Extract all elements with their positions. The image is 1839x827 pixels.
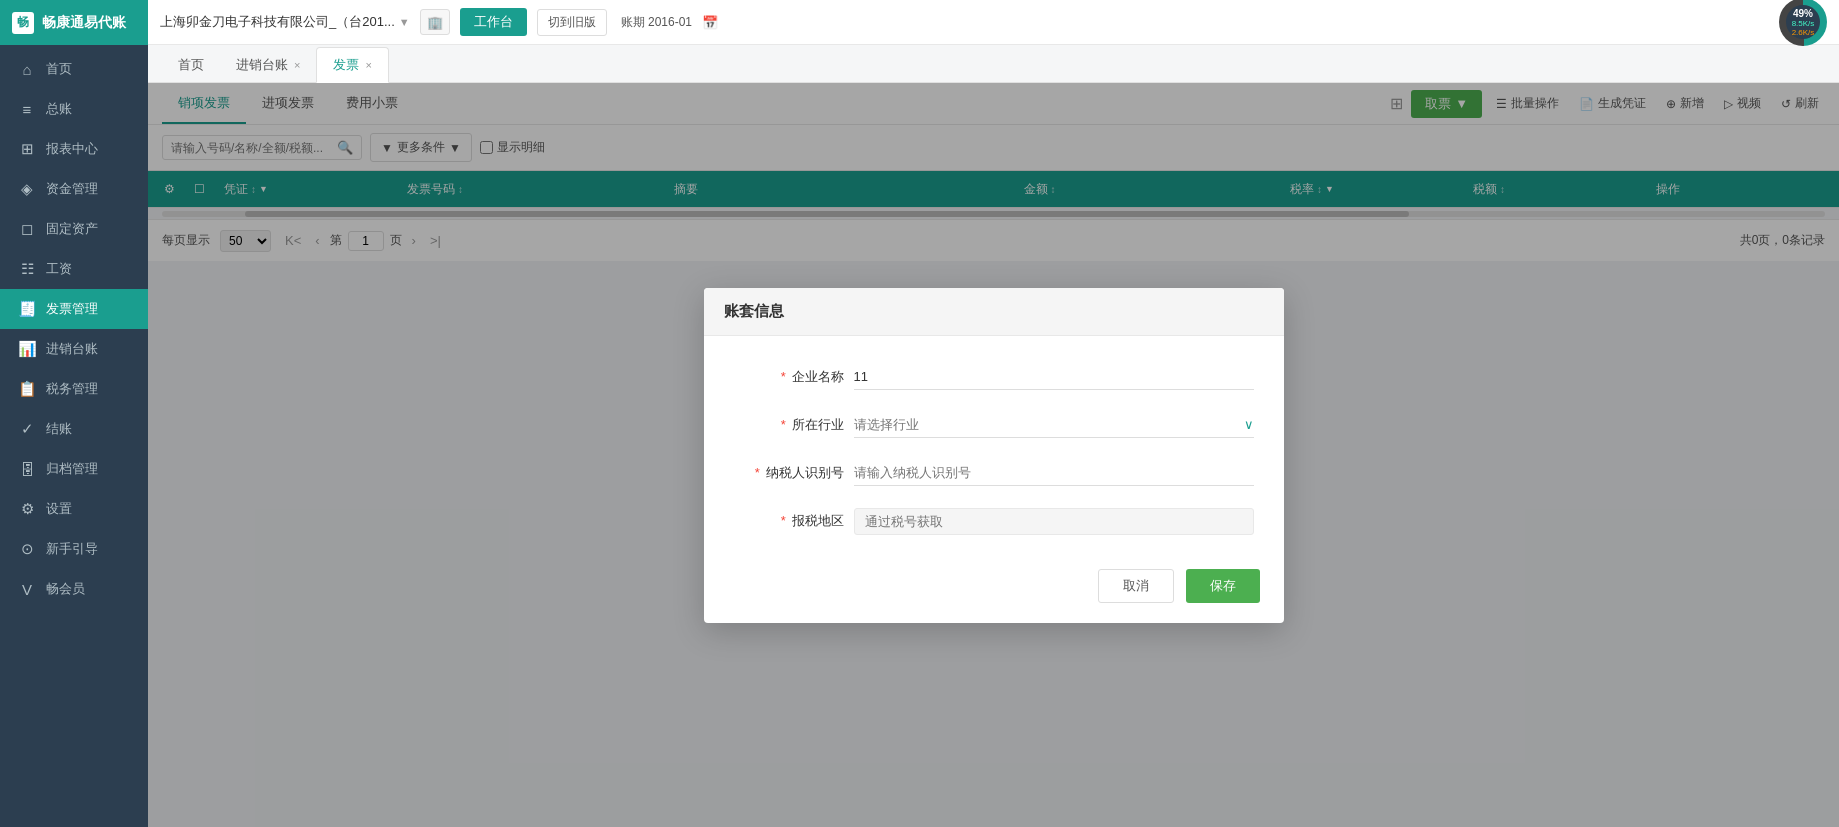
salary-icon: ☷ (18, 260, 36, 278)
sidebar-item-label: 进销台账 (46, 340, 98, 358)
tab-sales-ledger[interactable]: 进销台账 × (220, 48, 316, 82)
sidebar-item-label: 畅会员 (46, 580, 85, 598)
company-selector[interactable]: 上海卯金刀电子科技有限公司_（台201... ▼ (160, 13, 410, 31)
speed-indicator: 49% 8.5K/s 2.6K/s (1779, 0, 1827, 46)
company-dropdown-icon: ▼ (399, 16, 410, 28)
assets-icon: ◻ (18, 220, 36, 238)
guide-icon: ⊙ (18, 540, 36, 558)
sidebar-item-label: 资金管理 (46, 180, 98, 198)
account-info-dialog: 账套信息 * 企业名称 * 所在行 (704, 288, 1284, 623)
tax-icon: 📋 (18, 380, 36, 398)
tab-invoice-close[interactable]: × (365, 59, 371, 71)
industry-label: * 所在行业 (734, 416, 844, 434)
tabbar: 首页 进销台账 × 发票 × (148, 45, 1839, 83)
sidebar-item-label: 工资 (46, 260, 72, 278)
tab-sales-ledger-label: 进销台账 (236, 56, 288, 74)
company-name-label: * 企业名称 (734, 368, 844, 386)
speed-percent: 49% (1793, 8, 1813, 19)
sidebar-item-label: 新手引导 (46, 540, 98, 558)
sidebar-item-label: 总账 (46, 100, 72, 118)
invoice-icon: 🧾 (18, 300, 36, 318)
tab-home-label: 首页 (178, 56, 204, 74)
tax-region-input (854, 508, 1254, 535)
vip-icon: V (18, 581, 36, 598)
ledger-icon: ≡ (18, 101, 36, 118)
sidebar-item-label: 报表中心 (46, 140, 98, 158)
cancel-button[interactable]: 取消 (1098, 569, 1174, 603)
sidebar-item-salary[interactable]: ☷ 工资 (0, 249, 148, 289)
content-area: 销项发票 进项发票 费用小票 ⊞ 取票 ▼ ☰ 批量操作 📄 (148, 83, 1839, 827)
finance-icon: ◈ (18, 180, 36, 198)
dialog-title: 账套信息 (724, 302, 784, 319)
save-button[interactable]: 保存 (1186, 569, 1260, 603)
logo-icon: 畅 (12, 12, 34, 34)
tab-sales-ledger-close[interactable]: × (294, 59, 300, 71)
dialog-body: * 企业名称 * 所在行业 ∨ (704, 336, 1284, 555)
close-period-icon: ✓ (18, 420, 36, 438)
industry-chevron-icon[interactable]: ∨ (1244, 417, 1254, 432)
dialog-footer: 取消 保存 (704, 555, 1284, 623)
app-logo: 畅 畅康通易代账 (0, 0, 148, 45)
settings-icon: ⚙ (18, 500, 36, 518)
topbar-right: 49% 8.5K/s 2.6K/s (1779, 0, 1827, 46)
sidebar-item-settings[interactable]: ⚙ 设置 (0, 489, 148, 529)
company-action-button[interactable]: 🏢 (420, 9, 450, 35)
main-area: 上海卯金刀电子科技有限公司_（台201... ▼ 🏢 工作台 切到旧版 账期 2… (148, 0, 1839, 827)
workbench-button[interactable]: 工作台 (460, 8, 527, 36)
calendar-icon[interactable]: 📅 (702, 15, 718, 30)
sidebar-item-archive[interactable]: 🗄 归档管理 (0, 449, 148, 489)
sidebar-item-tax[interactable]: 📋 税务管理 (0, 369, 148, 409)
sidebar-item-label: 发票管理 (46, 300, 98, 318)
form-row-tax-region: * 报税地区 (734, 508, 1254, 535)
tax-region-label: * 报税地区 (734, 512, 844, 530)
form-row-industry: * 所在行业 ∨ (734, 412, 1254, 438)
sidebar-item-ledger[interactable]: ≡ 总账 (0, 89, 148, 129)
period-label: 账期 2016-01 (621, 14, 692, 31)
tab-home[interactable]: 首页 (162, 48, 220, 82)
home-icon: ⌂ (18, 61, 36, 78)
sidebar-item-label: 固定资产 (46, 220, 98, 238)
company-icon: 🏢 (427, 15, 443, 30)
sidebar: 畅 畅康通易代账 ⌂ 首页 ≡ 总账 ⊞ 报表中心 ◈ 资金管理 ◻ 固定资产 … (0, 0, 148, 827)
reports-icon: ⊞ (18, 140, 36, 158)
speed-down: 2.6K/s (1792, 28, 1815, 37)
tab-invoice-label: 发票 (333, 56, 359, 74)
switch-oldver-button[interactable]: 切到旧版 (537, 9, 607, 36)
industry-select-wrap[interactable]: ∨ (854, 412, 1254, 438)
archive-icon: 🗄 (18, 461, 36, 478)
form-row-company-name: * 企业名称 (734, 364, 1254, 390)
speed-up: 8.5K/s (1792, 19, 1815, 28)
tab-invoice[interactable]: 发票 × (316, 47, 388, 83)
company-name: 上海卯金刀电子科技有限公司_（台201... (160, 13, 395, 31)
sidebar-item-reports[interactable]: ⊞ 报表中心 (0, 129, 148, 169)
sidebar-item-close[interactable]: ✓ 结账 (0, 409, 148, 449)
sidebar-item-label: 首页 (46, 60, 72, 78)
sales-icon: 📊 (18, 340, 36, 358)
sidebar-item-home[interactable]: ⌂ 首页 (0, 49, 148, 89)
sidebar-item-sales[interactable]: 📊 进销台账 (0, 329, 148, 369)
app-name: 畅康通易代账 (42, 14, 126, 32)
industry-input[interactable] (854, 417, 1244, 432)
sidebar-item-label: 结账 (46, 420, 72, 438)
sidebar-item-assets[interactable]: ◻ 固定资产 (0, 209, 148, 249)
sidebar-nav: ⌂ 首页 ≡ 总账 ⊞ 报表中心 ◈ 资金管理 ◻ 固定资产 ☷ 工资 🧾 发票… (0, 45, 148, 827)
sidebar-item-label: 归档管理 (46, 460, 98, 478)
sidebar-item-guide[interactable]: ⊙ 新手引导 (0, 529, 148, 569)
sidebar-item-invoice[interactable]: 🧾 发票管理 (0, 289, 148, 329)
tax-id-label: * 纳税人识别号 (734, 464, 844, 482)
sidebar-item-finance[interactable]: ◈ 资金管理 (0, 169, 148, 209)
sidebar-item-vip[interactable]: V 畅会员 (0, 569, 148, 609)
modal-overlay[interactable]: 账套信息 * 企业名称 * 所在行 (148, 83, 1839, 827)
sidebar-item-label: 设置 (46, 500, 72, 518)
form-row-tax-id: * 纳税人识别号 (734, 460, 1254, 486)
dialog-header: 账套信息 (704, 288, 1284, 336)
company-name-input[interactable] (854, 364, 1254, 390)
sidebar-item-label: 税务管理 (46, 380, 98, 398)
topbar: 上海卯金刀电子科技有限公司_（台201... ▼ 🏢 工作台 切到旧版 账期 2… (148, 0, 1839, 45)
tax-id-input[interactable] (854, 460, 1254, 486)
